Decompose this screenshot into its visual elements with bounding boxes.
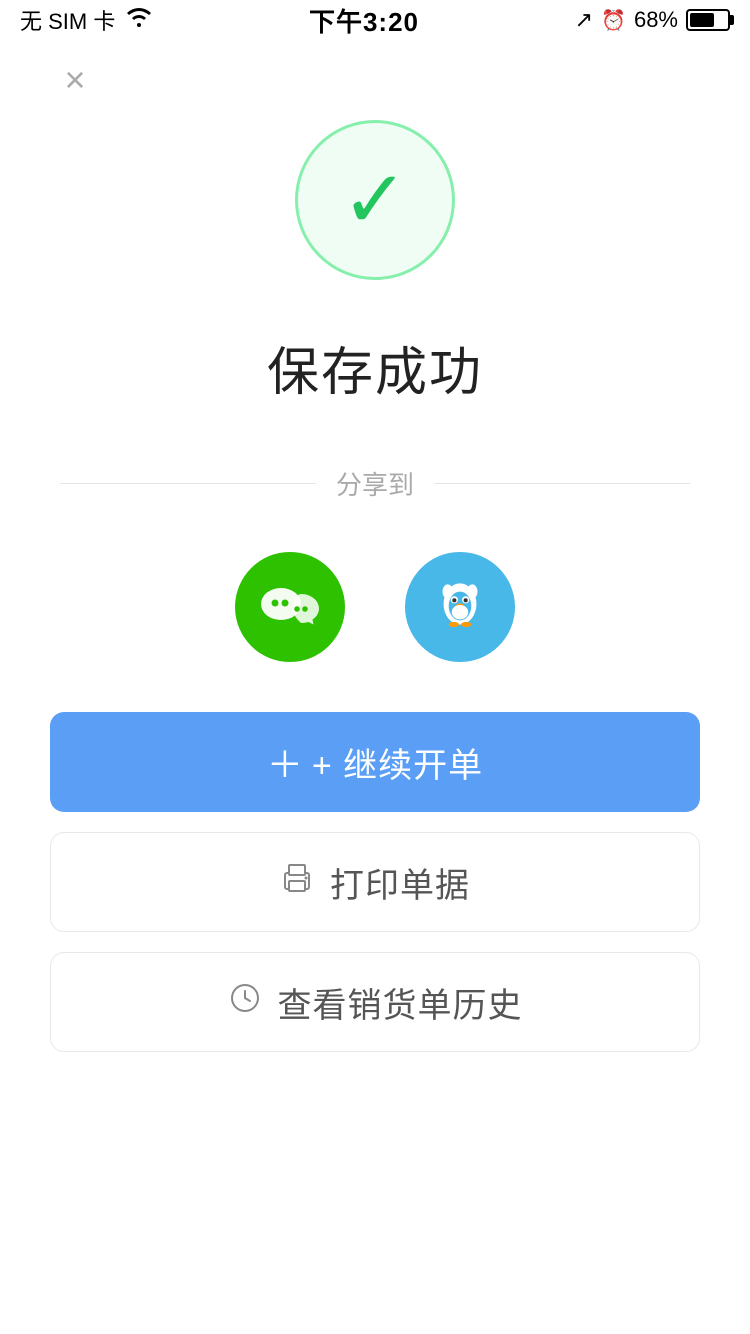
status-time: 下午3:20 — [309, 2, 419, 39]
alarm-icon: ⏰ — [601, 8, 626, 33]
location-icon: ↗ — [575, 7, 593, 33]
print-button[interactable]: 打印单据 — [50, 832, 700, 932]
history-label: 查看销货单历史 — [278, 978, 523, 1027]
close-button[interactable]: × — [50, 55, 100, 105]
success-circle: ✓ — [295, 120, 455, 280]
checkmark-icon: ✓ — [341, 160, 408, 240]
carrier-text: 无 SIM 卡 — [20, 4, 115, 36]
divider-left — [60, 483, 316, 484]
wifi-icon — [125, 7, 153, 33]
continue-button[interactable]: ＋ + 继续开单 — [50, 712, 700, 812]
wechat-share-button[interactable] — [235, 552, 345, 662]
close-icon: × — [64, 59, 85, 101]
plus-icon: ＋ — [267, 736, 304, 788]
qq-share-button[interactable] — [405, 552, 515, 662]
status-bar: 无 SIM 卡 下午3:20 ↗ ⏰ 68% — [0, 0, 750, 40]
share-section: 分享到 — [0, 465, 750, 662]
history-icon — [228, 981, 262, 1024]
share-icons — [235, 552, 515, 662]
print-label: 打印单据 — [330, 858, 470, 907]
share-label: 分享到 — [316, 465, 434, 502]
battery-icon — [686, 9, 730, 31]
history-button[interactable]: 查看销货单历史 — [50, 952, 700, 1052]
continue-label: + 继续开单 — [312, 738, 483, 787]
share-divider: 分享到 — [0, 465, 750, 502]
status-left: 无 SIM 卡 — [20, 4, 153, 36]
battery-percent: 68% — [634, 7, 678, 33]
main-content: ✓ 保存成功 分享到 — [0, 40, 750, 1052]
print-icon — [280, 861, 314, 903]
divider-right — [434, 483, 690, 484]
action-buttons: ＋ + 继续开单 打印单据 查看销货单历 — [50, 712, 700, 1052]
status-right: ↗ ⏰ 68% — [575, 7, 730, 33]
success-title: 保存成功 — [267, 330, 483, 405]
